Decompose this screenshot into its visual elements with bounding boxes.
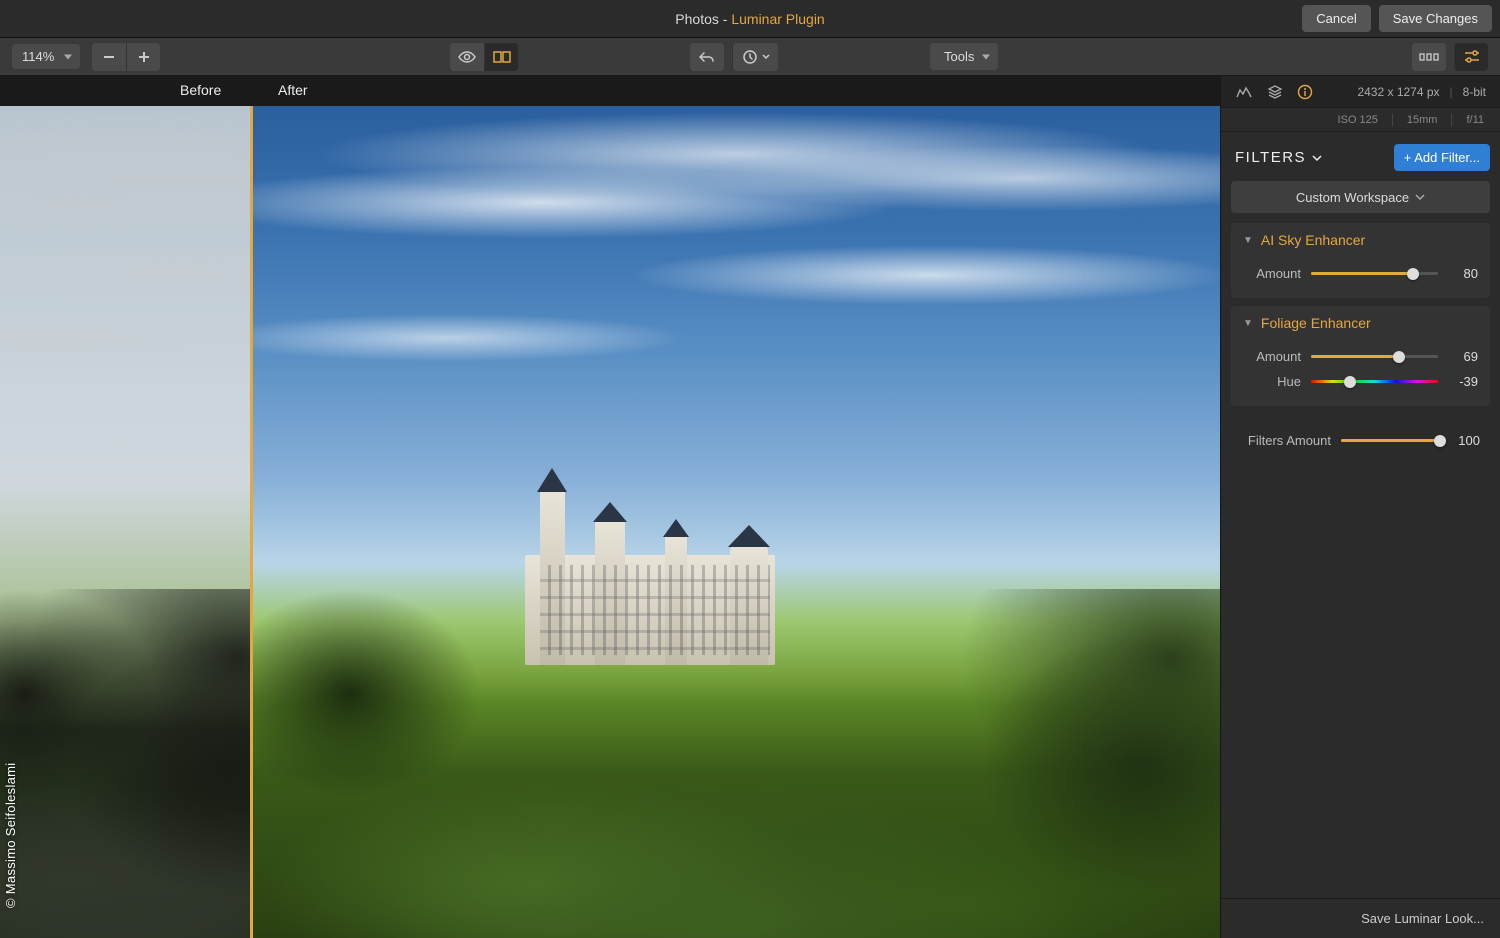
photo-credit: © Massimo Seifoleslami [3,763,18,909]
slider-row[interactable]: Amount 80 [1243,261,1478,286]
save-look-button[interactable]: Save Luminar Look... [1221,898,1500,938]
histogram-icon [1235,85,1253,99]
filter-name: AI Sky Enhancer [1261,232,1365,248]
filters-heading[interactable]: FILTERS [1235,149,1322,166]
split-view-icon [492,50,512,64]
save-changes-button[interactable]: Save Changes [1379,5,1492,32]
tools-menu-button[interactable]: Tools [930,43,998,70]
slider-label: Amount [1243,266,1301,281]
bit-depth: 8-bit [1463,85,1486,99]
slider-label: Amount [1243,349,1301,364]
chevron-down-icon [762,53,770,61]
info-icon [1297,84,1313,100]
history-button[interactable] [732,43,778,71]
filter-panel-header[interactable]: ▼ Foliage Enhancer [1231,306,1490,340]
slider-row[interactable]: Hue -39 [1243,369,1478,394]
compare-divider[interactable] [250,106,253,938]
clock-icon [742,49,758,65]
exif-info: ISO 125 15mm f/11 [1221,108,1500,132]
toolbar: 114% Tools [0,38,1500,76]
chevron-down-icon [1415,192,1425,202]
filter-panel: ▼ AI Sky Enhancer Amount 80 [1231,223,1490,298]
slider-value: 69 [1448,349,1478,364]
undo-icon [698,50,716,64]
cancel-button[interactable]: Cancel [1302,5,1370,32]
sidebar: 2432 x 1274 px | 8-bit ISO 125 15mm f/11… [1220,76,1500,938]
slider-value: 80 [1448,266,1478,281]
slider-value: -39 [1448,374,1478,389]
window-title: Photos - Luminar Plugin [675,11,824,27]
before-image [0,106,250,938]
info-tab[interactable] [1297,84,1313,100]
exif-iso: ISO 125 [1338,114,1378,126]
plus-icon [137,50,151,64]
preview-original-button[interactable] [450,43,484,71]
add-filter-button[interactable]: + Add Filter... [1394,144,1490,171]
castle-illustration [485,455,825,695]
exif-focal: 15mm [1392,114,1438,126]
compare-view-button[interactable] [484,43,518,71]
chevron-down-icon [1312,153,1322,163]
main-area: Before After [0,76,1500,938]
before-label: Before [180,76,221,104]
image-dimensions: 2432 x 1274 px [1357,85,1439,99]
filter-name: Foliage Enhancer [1261,315,1371,331]
app-name: Photos [675,11,719,27]
plugin-name: Luminar Plugin [731,11,824,27]
undo-button[interactable] [690,43,724,71]
after-label: After [278,76,308,104]
after-image [253,106,1220,938]
workspace-select[interactable]: Custom Workspace [1231,181,1490,213]
titlebar: Photos - Luminar Plugin Cancel Save Chan… [0,0,1500,38]
slider-row[interactable]: Amount 69 [1243,344,1478,369]
filmstrip-button[interactable] [1412,43,1446,71]
exif-aperture: f/11 [1451,114,1484,126]
filters-amount-slider[interactable]: Filters Amount 100 [1241,428,1480,453]
filters-panel-button[interactable] [1454,43,1488,71]
zoom-in-button[interactable] [126,43,160,71]
zoom-select[interactable]: 114% [12,44,80,69]
layers-icon [1267,84,1283,100]
sliders-icon [1463,50,1481,64]
slider-label: Hue [1243,374,1301,389]
filmstrip-icon [1419,51,1439,63]
filter-panel-header[interactable]: ▼ AI Sky Enhancer [1231,223,1490,257]
layers-tab[interactable] [1267,84,1283,100]
filter-panel: ▼ Foliage Enhancer Amount 69 Hue -39 [1231,306,1490,406]
disclosure-triangle-icon: ▼ [1243,318,1253,329]
eye-icon [457,50,477,64]
zoom-out-button[interactable] [92,43,126,71]
disclosure-triangle-icon: ▼ [1243,235,1253,246]
histogram-tab[interactable] [1235,84,1253,100]
minus-icon [102,50,116,64]
canvas-area[interactable]: Before After [0,76,1220,938]
